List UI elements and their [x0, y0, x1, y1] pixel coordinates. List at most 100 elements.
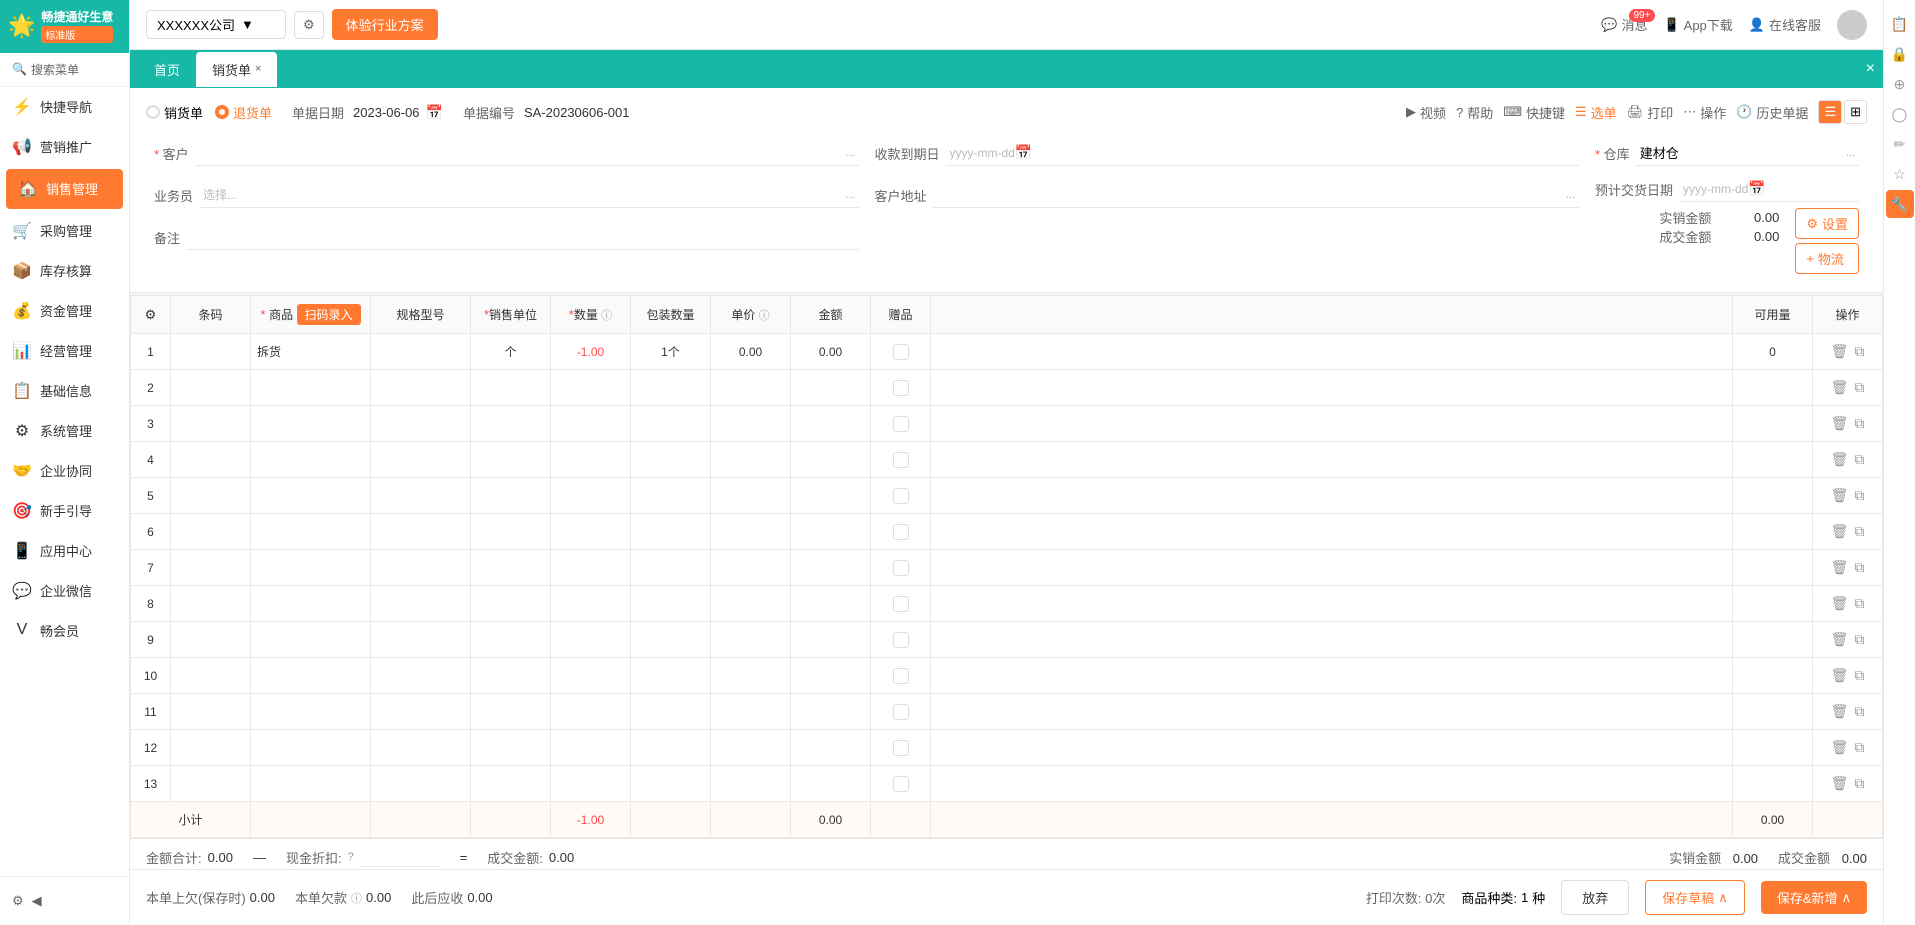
delete-row-icon[interactable]: 🗑: [1831, 559, 1849, 576]
delete-row-icon[interactable]: 🗑: [1831, 631, 1849, 648]
cell-barcode[interactable]: [171, 406, 251, 442]
cell-spec[interactable]: [371, 442, 471, 478]
tab-sales-order[interactable]: 销货单 ×: [196, 52, 277, 87]
delete-row-icon[interactable]: 🗑: [1831, 595, 1849, 612]
user-avatar[interactable]: [1837, 10, 1867, 40]
cell-price[interactable]: [711, 370, 791, 406]
cell-product[interactable]: [251, 586, 371, 622]
radio-return-order[interactable]: 退货单: [215, 103, 272, 122]
delete-row-icon[interactable]: 🗑: [1831, 523, 1849, 540]
cell-spec[interactable]: [371, 766, 471, 802]
sidebar-item-guide[interactable]: 🎯 新手引导: [0, 491, 129, 531]
sidebar-item-finance[interactable]: 💰 资金管理: [0, 291, 129, 331]
sidebar-item-sales[interactable]: 🏠 销售管理: [6, 169, 123, 209]
sidebar-item-basic-info[interactable]: 📋 基础信息: [0, 371, 129, 411]
right-panel-orange-icon[interactable]: 🔧: [1886, 190, 1914, 218]
cell-spec[interactable]: [371, 370, 471, 406]
customer-input[interactable]: ...: [195, 140, 859, 166]
delete-row-icon[interactable]: 🗑: [1831, 487, 1849, 504]
delete-row-icon[interactable]: 🗑: [1831, 775, 1849, 792]
sidebar-item-enterprise[interactable]: 🤝 企业协同: [0, 451, 129, 491]
cell-product[interactable]: [251, 478, 371, 514]
cell-price[interactable]: [711, 406, 791, 442]
cell-product[interactable]: [251, 406, 371, 442]
copy-row-icon[interactable]: ⧉: [1854, 631, 1864, 648]
cell-gift[interactable]: [871, 370, 931, 406]
cell-price[interactable]: [711, 550, 791, 586]
cell-price[interactable]: [711, 478, 791, 514]
cell-product[interactable]: [251, 730, 371, 766]
cell-barcode[interactable]: [171, 370, 251, 406]
copy-row-icon[interactable]: ⧉: [1854, 775, 1864, 792]
cell-product[interactable]: [251, 370, 371, 406]
cell-spec[interactable]: [371, 550, 471, 586]
cell-gift[interactable]: [871, 406, 931, 442]
cell-gift[interactable]: [871, 442, 931, 478]
app-download-button[interactable]: 📱 App下载: [1663, 15, 1732, 34]
cell-qty[interactable]: [551, 406, 631, 442]
cell-price[interactable]: [711, 442, 791, 478]
cell-barcode[interactable]: [171, 586, 251, 622]
cell-product[interactable]: [251, 694, 371, 730]
cell-spec[interactable]: [371, 586, 471, 622]
cell-barcode[interactable]: [171, 766, 251, 802]
company-selector[interactable]: XXXXXX公司 ▼: [146, 10, 286, 39]
right-panel-circle-icon[interactable]: ◯: [1886, 100, 1914, 128]
copy-row-icon[interactable]: ⧉: [1854, 595, 1864, 612]
cell-price[interactable]: [711, 514, 791, 550]
copy-row-icon[interactable]: ⧉: [1854, 487, 1864, 504]
cell-gift[interactable]: [871, 622, 931, 658]
cell-barcode[interactable]: [171, 622, 251, 658]
cell-spec[interactable]: [371, 406, 471, 442]
cell-qty[interactable]: [551, 478, 631, 514]
close-all-tabs-button[interactable]: ×: [1866, 60, 1875, 78]
cell-price[interactable]: [711, 586, 791, 622]
right-panel-notes-icon[interactable]: 📋: [1886, 10, 1914, 38]
tab-home[interactable]: 首页: [138, 52, 196, 87]
delete-row-icon[interactable]: 🗑: [1831, 703, 1849, 720]
topbar-gear-button[interactable]: ⚙: [294, 11, 324, 39]
cell-spec[interactable]: [371, 730, 471, 766]
toolbar-actions[interactable]: ⋯ 操作: [1683, 103, 1726, 122]
sidebar-item-quick-nav[interactable]: ⚡ 快捷导航: [0, 87, 129, 127]
cell-gift[interactable]: [871, 658, 931, 694]
cell-spec[interactable]: [371, 478, 471, 514]
right-panel-add-icon[interactable]: ⊕: [1886, 70, 1914, 98]
cell-qty[interactable]: [551, 730, 631, 766]
copy-row-icon[interactable]: ⧉: [1854, 343, 1864, 360]
cell-barcode[interactable]: [171, 730, 251, 766]
cell-gift[interactable]: [871, 586, 931, 622]
cell-product[interactable]: 拆货: [251, 334, 371, 370]
copy-row-icon[interactable]: ⧉: [1854, 739, 1864, 756]
cell-product[interactable]: [251, 442, 371, 478]
cell-product[interactable]: [251, 658, 371, 694]
sidebar-item-wechat[interactable]: 💬 企业微信: [0, 571, 129, 611]
cell-product[interactable]: [251, 514, 371, 550]
cell-price[interactable]: [711, 730, 791, 766]
online-service-button[interactable]: 👤 在线客服: [1749, 15, 1821, 34]
tab-close-icon[interactable]: ×: [255, 63, 261, 75]
cell-barcode[interactable]: [171, 550, 251, 586]
cell-qty[interactable]: [551, 442, 631, 478]
expected-delivery-input[interactable]: yyyy-mm-dd 📅: [1679, 176, 1859, 202]
cell-gift[interactable]: [871, 730, 931, 766]
delete-row-icon[interactable]: 🗑: [1831, 667, 1849, 684]
sidebar-item-purchase[interactable]: 🛒 采购管理: [0, 211, 129, 251]
copy-row-icon[interactable]: ⧉: [1854, 451, 1864, 468]
cell-qty[interactable]: [551, 514, 631, 550]
delete-row-icon[interactable]: 🗑: [1831, 415, 1849, 432]
copy-row-icon[interactable]: ⧉: [1854, 667, 1864, 684]
cell-barcode[interactable]: [171, 334, 251, 370]
sidebar-item-member[interactable]: V 畅会员: [0, 611, 129, 650]
scan-barcode-button[interactable]: 扫码录入: [297, 304, 361, 325]
toolbar-video[interactable]: ▶ 视频: [1406, 103, 1446, 122]
cell-spec[interactable]: [371, 622, 471, 658]
sidebar-settings-btn[interactable]: ⚙ ◀: [0, 885, 129, 917]
experience-button[interactable]: 体验行业方案: [332, 9, 438, 40]
toolbar-help[interactable]: ? 帮助: [1456, 103, 1493, 122]
delete-row-icon[interactable]: 🗑: [1831, 379, 1849, 396]
delete-row-icon[interactable]: 🗑: [1831, 343, 1849, 360]
discount-input[interactable]: [360, 847, 440, 867]
cell-product[interactable]: [251, 550, 371, 586]
sidebar-item-app-center[interactable]: 📱 应用中心: [0, 531, 129, 571]
